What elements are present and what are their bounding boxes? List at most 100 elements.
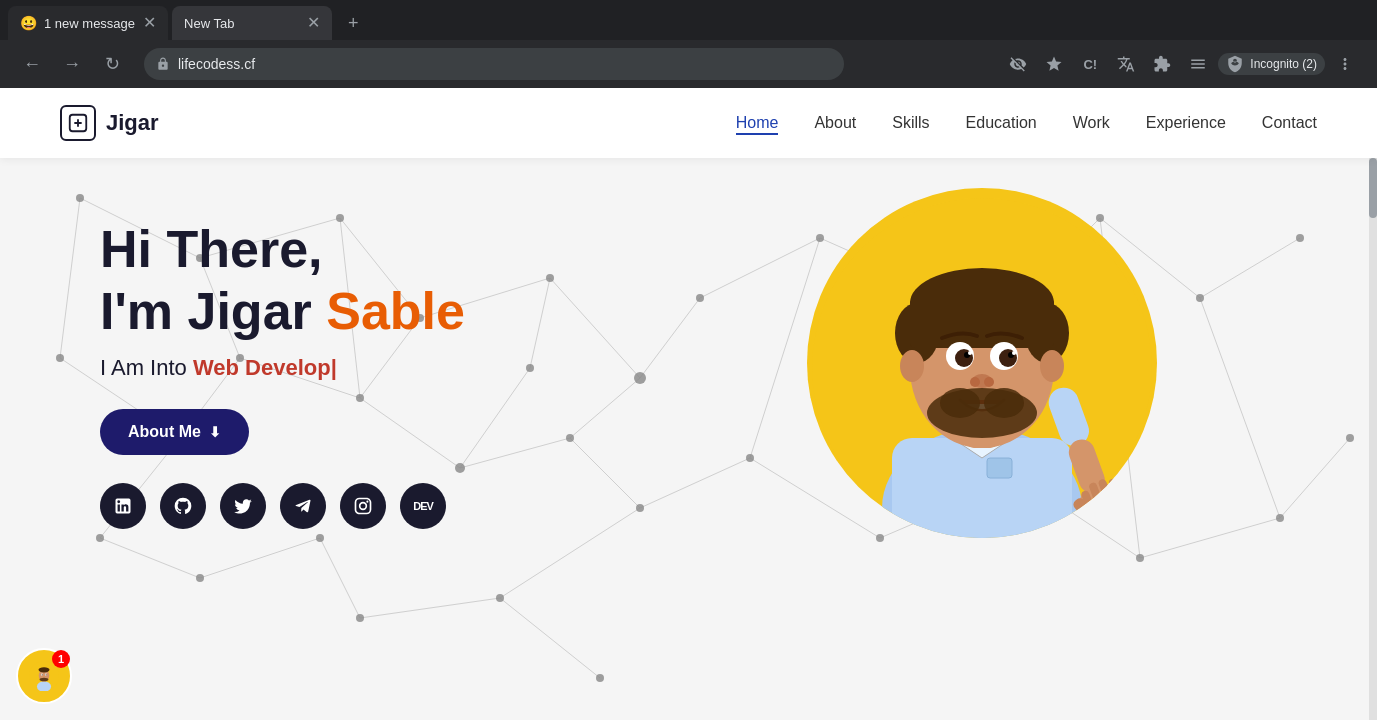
nav-item-contact[interactable]: Contact: [1262, 114, 1317, 132]
svg-point-58: [636, 504, 644, 512]
about-btn-label: About Me: [128, 423, 201, 441]
address-bar[interactable]: lifecodess.cf: [144, 48, 844, 80]
instagram-icon[interactable]: [340, 483, 386, 529]
svg-line-38: [1200, 298, 1280, 518]
svg-point-107: [1040, 350, 1064, 382]
star-icon[interactable]: [1038, 48, 1070, 80]
svg-point-71: [496, 594, 504, 602]
svg-point-116: [40, 678, 49, 682]
svg-line-24: [1280, 438, 1350, 518]
hero-content: Hi There, I'm Jigar Sable I Am Into Web …: [0, 158, 600, 529]
hero-subtitle: I Am Into Web Develop|: [100, 355, 600, 381]
logo-text: Jigar: [106, 110, 159, 136]
svg-line-6: [640, 298, 700, 378]
eye-off-icon[interactable]: [1002, 48, 1034, 80]
svg-point-91: [1012, 351, 1016, 355]
nav-item-skills[interactable]: Skills: [892, 114, 929, 132]
svg-point-115: [46, 674, 47, 675]
svg-line-7: [700, 238, 820, 298]
download-icon: ⬇: [209, 424, 221, 440]
svg-rect-103: [1097, 478, 1115, 511]
devto-icon[interactable]: DEV: [400, 483, 446, 529]
back-button[interactable]: ←: [16, 48, 48, 80]
tab-bar: 😀 1 new message ✕ New Tab ✕ +: [0, 0, 1377, 40]
scrollbar[interactable]: [1369, 158, 1377, 720]
telegram-icon[interactable]: [280, 483, 326, 529]
site-logo[interactable]: Jigar: [60, 105, 159, 141]
svg-line-29: [320, 538, 360, 618]
svg-point-53: [1296, 234, 1304, 242]
svg-rect-83: [910, 298, 1054, 348]
puzzle-icon[interactable]: [1146, 48, 1178, 80]
nav-link-experience[interactable]: Experience: [1146, 114, 1226, 131]
tab-1-title: 1 new message: [44, 16, 135, 31]
nav-link-contact[interactable]: Contact: [1262, 114, 1317, 131]
list-icon[interactable]: [1182, 48, 1214, 80]
nav-link-work[interactable]: Work: [1073, 114, 1110, 131]
svg-line-11: [1200, 238, 1300, 298]
nav-item-home[interactable]: Home: [736, 114, 779, 132]
reload-button[interactable]: ↻: [96, 48, 128, 80]
hero-name: I'm Jigar Sable: [100, 280, 600, 342]
svg-point-47: [634, 372, 646, 384]
hero-section: Hi There, I'm Jigar Sable I Am Into Web …: [0, 158, 1377, 720]
scrollbar-thumb[interactable]: [1369, 158, 1377, 218]
svg-point-68: [196, 574, 204, 582]
svg-point-52: [1196, 294, 1204, 302]
tab-1-close-icon[interactable]: ✕: [143, 15, 156, 31]
tab-1-favicon: 😀: [20, 15, 36, 31]
new-tab-button[interactable]: +: [336, 6, 371, 40]
logo-svg: [67, 112, 89, 134]
svg-point-93: [970, 377, 980, 387]
nav-link-education[interactable]: Education: [966, 114, 1037, 131]
about-me-button[interactable]: About Me ⬇: [100, 409, 249, 455]
nav-link-home[interactable]: Home: [736, 114, 779, 135]
hero-subtitle-prefix: I Am Into: [100, 355, 193, 380]
notification-count: 1: [52, 650, 70, 668]
svg-point-67: [96, 534, 104, 542]
address-url: lifecodess.cf: [178, 56, 832, 72]
forward-button[interactable]: →: [56, 48, 88, 80]
svg-rect-104: [1108, 478, 1125, 507]
nav-icons: C! Incognito (2): [1002, 48, 1361, 80]
translate-icon[interactable]: [1110, 48, 1142, 80]
svg-point-70: [356, 614, 364, 622]
browser-window: 😀 1 new message ✕ New Tab ✕ + ← → ↻ life…: [0, 0, 1377, 720]
tab-2-title: New Tab: [184, 16, 299, 31]
menu-icon[interactable]: [1329, 48, 1361, 80]
nav-item-education[interactable]: Education: [966, 114, 1037, 132]
svg-line-23: [1140, 518, 1280, 558]
svg-point-96: [940, 388, 980, 418]
nav-item-about[interactable]: About: [814, 114, 856, 132]
svg-point-59: [746, 454, 754, 462]
hero-name-highlight: Sable: [326, 282, 465, 340]
logo-icon: [60, 105, 96, 141]
svg-line-30: [360, 598, 500, 618]
linkedin-icon[interactable]: [100, 483, 146, 529]
avatar-circle: [807, 188, 1157, 538]
svg-line-19: [640, 458, 750, 508]
nav-link-about[interactable]: About: [814, 114, 856, 131]
notification-bubble[interactable]: 1: [16, 648, 72, 704]
svg-point-72: [596, 674, 604, 682]
website-container: Jigar Home About Skills Education Work E…: [0, 88, 1377, 720]
hero-name-prefix: I'm Jigar: [100, 282, 326, 340]
nav-item-experience[interactable]: Experience: [1146, 114, 1226, 132]
svg-point-48: [696, 294, 704, 302]
svg-point-111: [39, 667, 50, 672]
svg-point-114: [42, 674, 43, 675]
svg-line-27: [100, 538, 200, 578]
tab-2[interactable]: New Tab ✕: [172, 6, 332, 40]
extension-icon[interactable]: C!: [1074, 48, 1106, 80]
nav-item-work[interactable]: Work: [1073, 114, 1110, 132]
svg-point-106: [900, 350, 924, 382]
nav-link-skills[interactable]: Skills: [892, 114, 929, 131]
github-icon[interactable]: [160, 483, 206, 529]
hero-greeting: Hi There,: [100, 218, 600, 280]
svg-rect-77: [987, 458, 1012, 478]
tab-2-close-icon[interactable]: ✕: [307, 15, 320, 31]
tab-1[interactable]: 😀 1 new message ✕: [8, 6, 168, 40]
svg-point-62: [1136, 554, 1144, 562]
site-nav-links: Home About Skills Education Work Experie…: [736, 114, 1317, 132]
twitter-icon[interactable]: [220, 483, 266, 529]
